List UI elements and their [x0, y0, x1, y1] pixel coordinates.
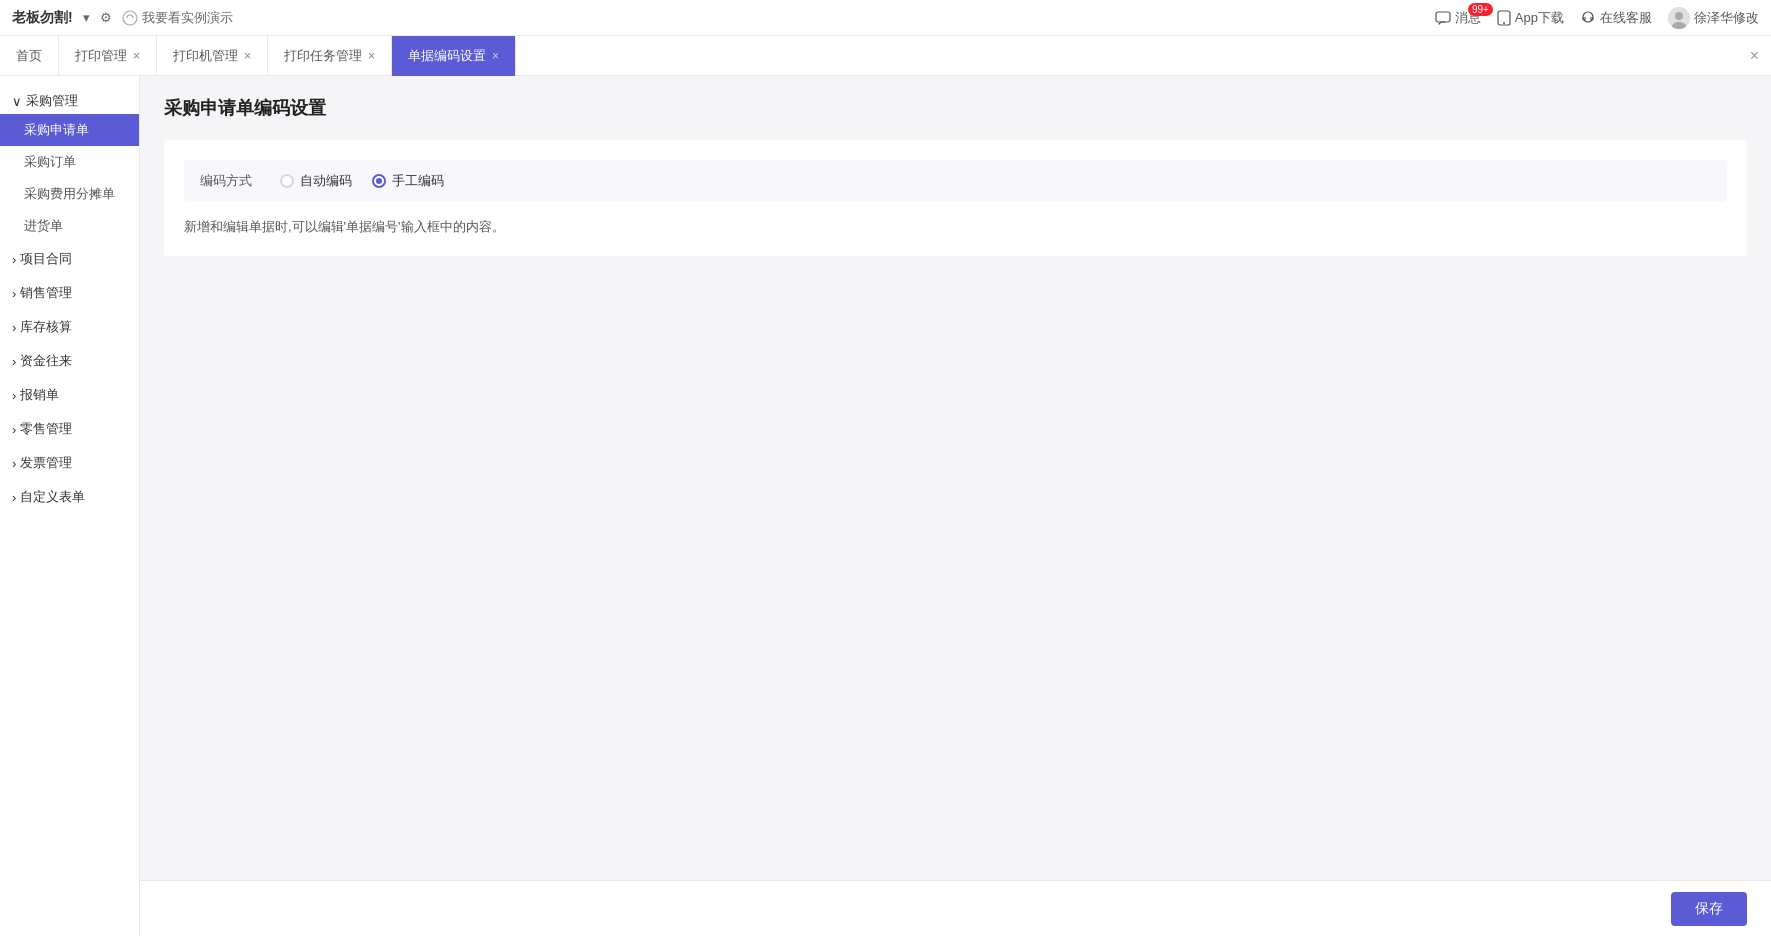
sidebar-item-purchase-expense[interactable]: 采购费用分摊单 — [0, 178, 139, 210]
sidebar-group-returns[interactable]: › 报销单 — [0, 378, 139, 412]
sidebar-item-purchase-order[interactable]: 采购订单 — [0, 146, 139, 178]
sidebar-group-project-contract[interactable]: › 项目合同 — [0, 242, 139, 276]
chevron-right-icon: › — [12, 252, 16, 267]
tab-single-code-label: 单据编码设置 — [408, 47, 486, 65]
content-footer: 保存 — [140, 880, 1771, 936]
main-layout: ∨ 采购管理 采购申请单 采购订单 采购费用分摊单 进货单 › 项目合同 › 销… — [0, 76, 1771, 936]
tabs-bar: 首页 打印管理 × 打印机管理 × 打印任务管理 × 单据编码设置 × × — [0, 36, 1771, 76]
message-button[interactable]: 消息 99+ — [1435, 9, 1481, 27]
tab-home[interactable]: 首页 — [0, 36, 59, 76]
sidebar-item-purchase-receipt-label: 进货单 — [24, 218, 63, 233]
message-icon — [1435, 10, 1451, 26]
service-label: 在线客服 — [1600, 9, 1652, 27]
tabs-bar-close-button[interactable]: × — [1738, 47, 1771, 65]
tab-print-task-mgmt[interactable]: 打印任务管理 × — [268, 36, 392, 76]
sidebar-item-purchase-request[interactable]: 采购申请单 — [0, 114, 139, 146]
tab-print-mgmt[interactable]: 打印管理 × — [59, 36, 157, 76]
svg-rect-1 — [1436, 12, 1450, 22]
svg-point-6 — [1675, 12, 1683, 20]
sidebar-group-retail[interactable]: › 零售管理 — [0, 412, 139, 446]
chevron-right-icon: › — [12, 388, 16, 403]
save-button[interactable]: 保存 — [1671, 892, 1747, 926]
search-label: 我要看实例演示 — [142, 9, 233, 27]
headset-icon — [1580, 10, 1596, 26]
coding-method-row: 编码方式 自动编码 手工编码 — [184, 160, 1727, 202]
topbar-right: 消息 99+ App下载 在线客服 徐泽华修改 — [1435, 7, 1759, 29]
radio-manual-circle — [372, 174, 386, 188]
sidebar-item-purchase-expense-label: 采购费用分摊单 — [24, 186, 115, 201]
chevron-right-icon: › — [12, 354, 16, 369]
tab-home-label: 首页 — [16, 47, 42, 65]
tab-print-task-mgmt-close[interactable]: × — [368, 49, 375, 63]
sidebar-group-retail-label: 零售管理 — [20, 420, 72, 438]
sidebar-group-capital[interactable]: › 资金往来 — [0, 344, 139, 378]
radio-group: 自动编码 手工编码 — [280, 172, 444, 190]
sidebar-group-inventory[interactable]: › 库存核算 — [0, 310, 139, 344]
topbar-dropdown[interactable]: ▾ — [83, 10, 90, 25]
page-title: 采购申请单编码设置 — [164, 96, 1747, 120]
sidebar-group-purchase-label: 采购管理 — [26, 92, 78, 110]
avatar — [1668, 7, 1690, 29]
radio-manual[interactable]: 手工编码 — [372, 172, 444, 190]
svg-point-0 — [123, 11, 137, 25]
sidebar-group-inventory-label: 库存核算 — [20, 318, 72, 336]
tab-printer-mgmt-label: 打印机管理 — [173, 47, 238, 65]
cloud-icon — [122, 10, 138, 26]
sidebar-item-purchase-order-label: 采购订单 — [24, 154, 76, 169]
chevron-right-icon: › — [12, 456, 16, 471]
sidebar-group-custom-label: 自定义表单 — [20, 488, 85, 506]
tab-print-mgmt-close[interactable]: × — [133, 49, 140, 63]
radio-auto-circle — [280, 174, 294, 188]
dropdown-arrow-icon: ▾ — [83, 10, 90, 25]
chevron-right-icon: › — [12, 490, 16, 505]
sidebar-group-invoice[interactable]: › 发票管理 — [0, 446, 139, 480]
tab-printer-mgmt-close[interactable]: × — [244, 49, 251, 63]
tab-print-mgmt-label: 打印管理 — [75, 47, 127, 65]
sidebar: ∨ 采购管理 采购申请单 采购订单 采购费用分摊单 进货单 › 项目合同 › 销… — [0, 76, 140, 936]
sidebar-group-returns-label: 报销单 — [20, 386, 59, 404]
tab-single-code-close[interactable]: × — [492, 49, 499, 63]
radio-auto[interactable]: 自动编码 — [280, 172, 352, 190]
tab-single-code-setting[interactable]: 单据编码设置 × — [392, 36, 516, 76]
sidebar-group-capital-label: 资金往来 — [20, 352, 72, 370]
topbar: 老板勿割! ▾ ⚙ 我要看实例演示 消息 99+ App下载 在线客服 徐泽华修… — [0, 0, 1771, 36]
settings-card: 编码方式 自动编码 手工编码 新增和编辑单据时,可以编辑'单据编号'输入框中的内… — [164, 140, 1747, 256]
user-name: 徐泽华修改 — [1694, 9, 1759, 27]
tab-printer-mgmt[interactable]: 打印机管理 × — [157, 36, 268, 76]
sidebar-group-invoice-label: 发票管理 — [20, 454, 72, 472]
hint-text: 新增和编辑单据时,可以编辑'单据编号'输入框中的内容。 — [184, 218, 1727, 236]
message-badge: 99+ — [1468, 3, 1493, 16]
mobile-icon — [1497, 10, 1511, 26]
app-label: App下载 — [1515, 9, 1564, 27]
chevron-right-icon: › — [12, 320, 16, 335]
collapse-icon: ∨ — [12, 94, 22, 109]
topbar-left: 老板勿割! ▾ ⚙ 我要看实例演示 — [12, 9, 233, 27]
online-service-button[interactable]: 在线客服 — [1580, 9, 1652, 27]
content: 采购申请单编码设置 编码方式 自动编码 手工编码 — [140, 76, 1771, 936]
settings-icon[interactable]: ⚙ — [100, 10, 112, 25]
tab-print-task-mgmt-label: 打印任务管理 — [284, 47, 362, 65]
svg-point-3 — [1503, 22, 1505, 24]
sidebar-group-project-label: 项目合同 — [20, 250, 72, 268]
sidebar-item-purchase-request-label: 采购申请单 — [24, 122, 89, 137]
chevron-right-icon: › — [12, 422, 16, 437]
sidebar-group-purchase[interactable]: ∨ 采购管理 — [0, 84, 139, 114]
chevron-right-icon: › — [12, 286, 16, 301]
search-bar[interactable]: 我要看实例演示 — [122, 9, 233, 27]
radio-auto-label: 自动编码 — [300, 172, 352, 190]
coding-method-label: 编码方式 — [200, 172, 280, 190]
content-body: 采购申请单编码设置 编码方式 自动编码 手工编码 — [140, 76, 1771, 880]
user-menu[interactable]: 徐泽华修改 — [1668, 7, 1759, 29]
sidebar-group-sales-label: 销售管理 — [20, 284, 72, 302]
sidebar-group-custom-form[interactable]: › 自定义表单 — [0, 480, 139, 514]
topbar-logo: 老板勿割! — [12, 9, 73, 27]
app-download-button[interactable]: App下载 — [1497, 9, 1564, 27]
radio-manual-label: 手工编码 — [392, 172, 444, 190]
sidebar-group-sales[interactable]: › 销售管理 — [0, 276, 139, 310]
sidebar-item-purchase-receipt[interactable]: 进货单 — [0, 210, 139, 242]
